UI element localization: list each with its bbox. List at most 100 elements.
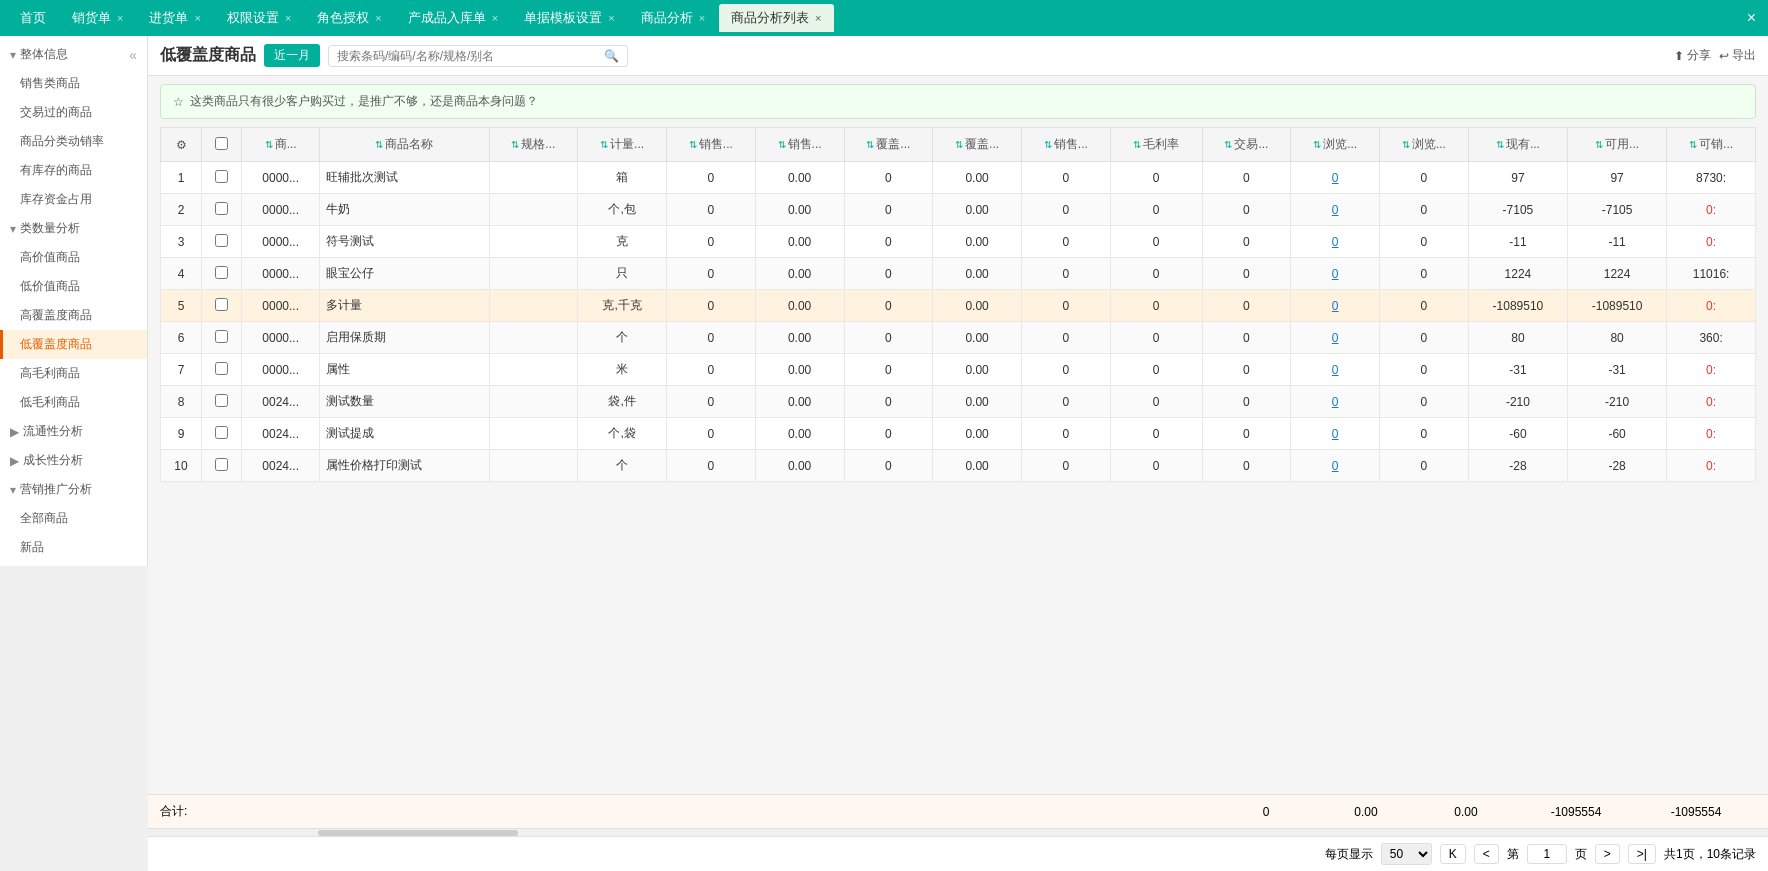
sidebar-item-sales-goods[interactable]: 销售类商品 [0,69,147,98]
period-button[interactable]: 近一月 [264,44,320,67]
nav-tab-products[interactable]: 产成品入库单 × [396,4,510,32]
th-spec[interactable]: ⇅规格... [489,128,578,162]
search-input[interactable] [337,49,600,63]
th-browse2[interactable]: ⇅浏览... [1380,128,1469,162]
page-size-select[interactable]: 50 20 100 [1381,843,1432,865]
search-icon[interactable]: 🔍 [604,49,619,63]
nav-tab-analysis-list-close[interactable]: × [815,12,821,24]
cell-checkbox[interactable] [202,258,242,290]
cell-checkbox[interactable] [202,450,242,482]
sidebar-item-stocked-goods[interactable]: 有库存的商品 [0,156,147,185]
th-current-stock[interactable]: ⇅现有... [1468,128,1567,162]
nav-tab-analysis-close[interactable]: × [699,12,705,24]
cell-checkbox[interactable] [202,354,242,386]
th-name[interactable]: ⇅商品名称 [319,128,489,162]
cell-checkbox[interactable] [202,290,242,322]
nav-tab-analysis[interactable]: 商品分析 × [629,4,717,32]
sidebar-item-high-value[interactable]: 高价值商品 [0,243,147,272]
sidebar-item-traded-goods[interactable]: 交易过的商品 [0,98,147,127]
last-page-button[interactable]: >| [1628,844,1656,864]
th-gross-margin[interactable]: ⇅毛利率 [1110,128,1202,162]
cell-browse1[interactable]: 0 [1291,194,1380,226]
sidebar-item-low-coverage-label: 低覆盖度商品 [20,337,92,351]
nav-tab-roles-close[interactable]: × [375,12,381,24]
horizontal-scrollbar[interactable] [148,828,1768,836]
cell-sales-qty: 0 [667,386,756,418]
sidebar-section-growth[interactable]: ▶ 成长性分析 [0,446,147,475]
cell-browse1[interactable]: 0 [1291,258,1380,290]
export-button[interactable]: ↩ 导出 [1719,47,1756,64]
cell-available: -60 [1568,418,1667,450]
cell-browse1[interactable]: 0 [1291,386,1380,418]
sidebar-section-overall[interactable]: ▾ 整体信息 « [0,40,147,69]
cell-checkbox[interactable] [202,194,242,226]
th-checkbox[interactable] [202,128,242,162]
select-all-checkbox[interactable] [215,137,228,150]
sidebar-item-stock-capital[interactable]: 库存资金占用 [0,185,147,214]
page-number-input[interactable] [1527,844,1567,864]
nav-tab-purchase-close[interactable]: × [194,12,200,24]
cell-browse1[interactable]: 0 [1291,450,1380,482]
nav-tab-sales-close[interactable]: × [117,12,123,24]
nav-tab-permissions-close[interactable]: × [285,12,291,24]
nav-tab-home-label: 首页 [20,9,46,27]
sidebar-item-high-margin[interactable]: 高毛利商品 [0,359,147,388]
cell-cov1: 0 [844,290,933,322]
cell-checkbox[interactable] [202,386,242,418]
cell-cov1: 0 [844,418,933,450]
sidebar-item-low-value[interactable]: 低价值商品 [0,272,147,301]
th-code[interactable]: ⇅商... [242,128,319,162]
share-button[interactable]: ⬆ 分享 [1674,47,1711,64]
sidebar-item-all-goods[interactable]: 全部商品 [0,504,147,533]
nav-tab-roles[interactable]: 角色授权 × [305,4,393,32]
sidebar-item-category-rate[interactable]: 商品分类动销率 [0,127,147,156]
nav-tab-permissions[interactable]: 权限设置 × [215,4,303,32]
th-sales-other[interactable]: ⇅销售... [1022,128,1111,162]
nav-tab-templates[interactable]: 单据模板设置 × [512,4,626,32]
sidebar-section-quantity[interactable]: ▾ 类数量分析 [0,214,147,243]
cell-browse1[interactable]: 0 [1291,354,1380,386]
cell-sales3: 0 [1022,386,1111,418]
th-unit[interactable]: ⇅计量... [578,128,667,162]
sidebar-collapse-icon[interactable]: « [129,47,137,63]
nav-tab-products-close[interactable]: × [492,12,498,24]
sidebar-item-low-margin[interactable]: 低毛利商品 [0,388,147,417]
th-settings[interactable]: ⚙ [161,128,202,162]
nav-tab-templates-close[interactable]: × [608,12,614,24]
th-available[interactable]: ⇅可用... [1568,128,1667,162]
next-page-button[interactable]: > [1595,844,1620,864]
cell-checkbox[interactable] [202,162,242,194]
sidebar-item-high-coverage[interactable]: 高覆盖度商品 [0,301,147,330]
th-sellable[interactable]: ⇅可销... [1667,128,1756,162]
nav-tab-sales[interactable]: 销货单 × [60,4,135,32]
cell-sales-amount: 0.00 [755,354,844,386]
cell-browse1[interactable]: 0 [1291,290,1380,322]
nav-tab-purchase[interactable]: 进货单 × [137,4,212,32]
sidebar-section-flow[interactable]: ▶ 流通性分析 [0,417,147,446]
cell-browse1[interactable]: 0 [1291,226,1380,258]
cell-name: 属性价格打印测试 [319,450,489,482]
th-coverage1[interactable]: ⇅覆盖... [844,128,933,162]
sidebar-item-low-coverage[interactable]: 低覆盖度商品 [0,330,147,359]
th-browse1[interactable]: ⇅浏览... [1291,128,1380,162]
cell-unit: 箱 [578,162,667,194]
cell-checkbox[interactable] [202,418,242,450]
cell-checkbox[interactable] [202,322,242,354]
nav-tab-analysis-list[interactable]: 商品分析列表 × [719,4,833,32]
prev-page-button[interactable]: < [1474,844,1499,864]
nav-tab-home[interactable]: 首页 [8,4,58,32]
cell-browse1[interactable]: 0 [1291,162,1380,194]
cell-spec [489,418,578,450]
close-all-tabs-button[interactable]: × [1743,5,1760,31]
th-coverage2[interactable]: ⇅覆盖... [933,128,1022,162]
chevron-right-icon-flow: ▶ [10,425,19,439]
th-sales-qty[interactable]: ⇅销售... [667,128,756,162]
th-transaction[interactable]: ⇅交易... [1202,128,1291,162]
sidebar-item-new-goods[interactable]: 新品 [0,533,147,562]
first-page-button[interactable]: K [1440,844,1466,864]
cell-browse1[interactable]: 0 [1291,418,1380,450]
cell-browse1[interactable]: 0 [1291,322,1380,354]
th-sales-amount[interactable]: ⇅销售... [755,128,844,162]
cell-checkbox[interactable] [202,226,242,258]
sidebar-section-marketing[interactable]: ▾ 营销推广分析 [0,475,147,504]
